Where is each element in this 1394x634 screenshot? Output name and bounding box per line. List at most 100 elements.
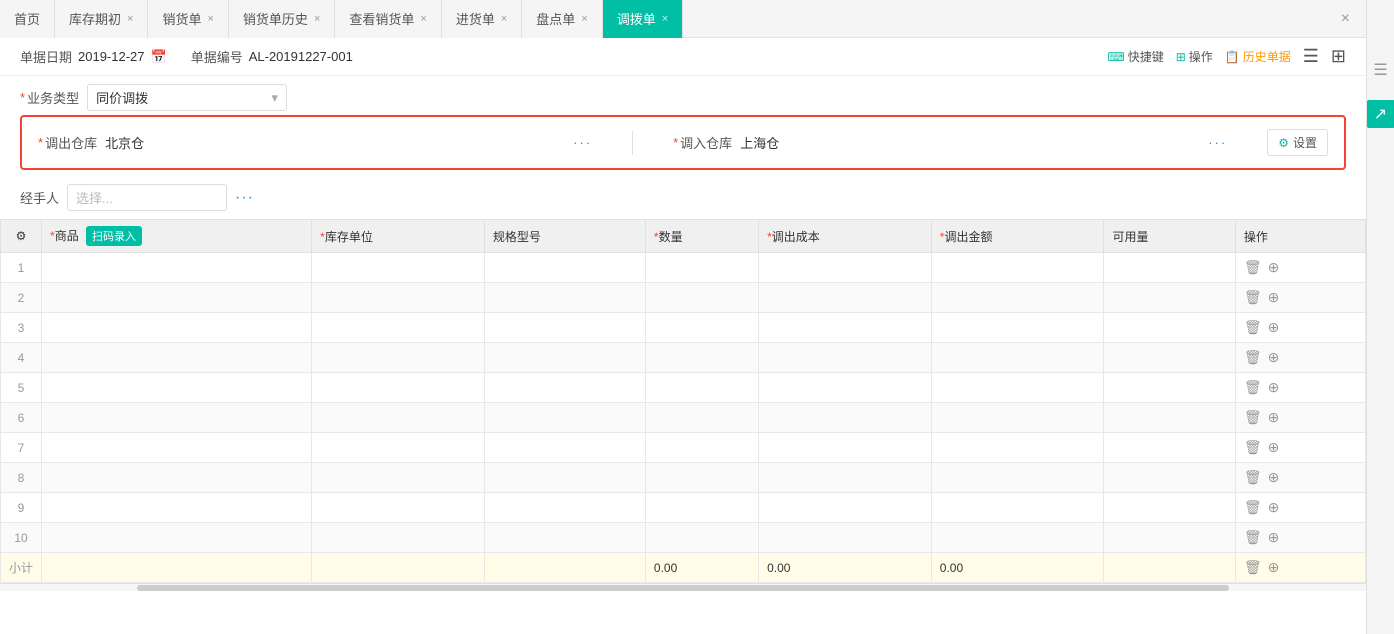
cell-amount-5[interactable] [931,373,1104,403]
close-purchase-order[interactable]: × [501,13,507,25]
tab-view-sales[interactable]: 查看销货单 × [335,0,441,38]
cell-unit-11[interactable] [312,553,485,583]
cell-spec-1[interactable] [484,253,645,283]
cell-quantity-7[interactable] [645,433,758,463]
copy-row-11[interactable]: ⊕ [1268,559,1280,576]
delete-row-10[interactable]: 🗑 [1244,529,1262,546]
cell-spec-2[interactable] [484,283,645,313]
cell-product-9[interactable] [42,493,312,523]
copy-row-9[interactable]: ⊕ [1268,499,1280,516]
business-type-select[interactable]: 同价调拨 ▾ [87,84,287,111]
close-view-sales[interactable]: × [420,13,426,25]
delete-row-3[interactable]: 🗑 [1244,319,1262,336]
tab-purchase-order[interactable]: 进货单 × [442,0,522,38]
cell-quantity-8[interactable] [645,463,758,493]
cell-available-6[interactable] [1104,403,1235,433]
close-inventory-count[interactable]: × [581,13,587,25]
cell-available-5[interactable] [1104,373,1235,403]
calendar-icon[interactable]: 📅 [151,49,167,65]
tab-sales-order[interactable]: 销货单 × [148,0,228,38]
copy-row-10[interactable]: ⊕ [1268,529,1280,546]
copy-row-1[interactable]: ⊕ [1268,259,1280,276]
delete-row-9[interactable]: 🗑 [1244,499,1262,516]
delete-row-11[interactable]: 🗑 [1244,559,1262,576]
col-gear[interactable]: ⚙ [1,220,42,253]
cell-product-2[interactable] [42,283,312,313]
out-warehouse-more[interactable]: ··· [573,135,592,150]
cell-product-1[interactable] [42,253,312,283]
cell-product-10[interactable] [42,523,312,553]
cell-amount-7[interactable] [931,433,1104,463]
cell-available-1[interactable] [1104,253,1235,283]
cell-product-4[interactable] [42,343,312,373]
cell-quantity-5[interactable] [645,373,758,403]
view-toggle-list[interactable]: ☰ [1303,46,1319,67]
close-inventory-init[interactable]: × [127,13,133,25]
cell-unit-1[interactable] [312,253,485,283]
cell-unit-6[interactable] [312,403,485,433]
cell-cost-2[interactable] [759,283,932,313]
cell-amount-9[interactable] [931,493,1104,523]
cell-amount-3[interactable] [931,313,1104,343]
in-warehouse-value[interactable]: 上海仓 [740,133,1200,152]
cell-product-6[interactable] [42,403,312,433]
cell-cost-1[interactable] [759,253,932,283]
date-value[interactable]: 2019-12-27 [78,49,145,64]
cell-amount-8[interactable] [931,463,1104,493]
cell-unit-8[interactable] [312,463,485,493]
cell-unit-3[interactable] [312,313,485,343]
sidebar-export-icon[interactable]: ↗ [1367,100,1394,128]
cell-cost-6[interactable] [759,403,932,433]
copy-row-7[interactable]: ⊕ [1268,439,1280,456]
cell-available-3[interactable] [1104,313,1235,343]
copy-row-2[interactable]: ⊕ [1268,289,1280,306]
cell-cost-8[interactable] [759,463,932,493]
delete-row-8[interactable]: 🗑 [1244,469,1262,486]
copy-row-4[interactable]: ⊕ [1268,349,1280,366]
cell-spec-9[interactable] [484,493,645,523]
horizontal-scrollbar[interactable] [0,583,1366,591]
close-transfer-order[interactable]: × [662,13,668,25]
cell-cost-4[interactable] [759,343,932,373]
cell-available-7[interactable] [1104,433,1235,463]
cell-cost-11[interactable]: 0.00 [759,553,932,583]
delete-row-1[interactable]: 🗑 [1244,259,1262,276]
cell-amount-6[interactable] [931,403,1104,433]
cell-spec-11[interactable] [484,553,645,583]
cell-unit-9[interactable] [312,493,485,523]
cell-amount-4[interactable] [931,343,1104,373]
cell-quantity-10[interactable] [645,523,758,553]
cell-amount-2[interactable] [931,283,1104,313]
tab-home[interactable]: 首页 [0,0,55,38]
cell-amount-11[interactable]: 0.00 [931,553,1104,583]
cell-quantity-11[interactable]: 0.00 [645,553,758,583]
tab-transfer-order[interactable]: 调拨单 × [603,0,683,38]
cell-spec-8[interactable] [484,463,645,493]
view-toggle-grid[interactable]: ⊞ [1331,46,1346,67]
window-close-button[interactable]: × [1325,10,1366,28]
operation-button[interactable]: ⊞ 操作 [1176,48,1213,65]
cell-cost-5[interactable] [759,373,932,403]
delete-row-4[interactable]: 🗑 [1244,349,1262,366]
cell-quantity-6[interactable] [645,403,758,433]
cell-cost-10[interactable] [759,523,932,553]
scroll-thumb[interactable] [137,585,1230,591]
sidebar-list-icon[interactable]: ☰ [1373,60,1387,80]
cell-spec-6[interactable] [484,403,645,433]
cell-quantity-4[interactable] [645,343,758,373]
delete-row-2[interactable]: 🗑 [1244,289,1262,306]
gear-icon[interactable]: ⚙ [16,229,27,243]
cell-available-9[interactable] [1104,493,1235,523]
cell-spec-7[interactable] [484,433,645,463]
copy-row-8[interactable]: ⊕ [1268,469,1280,486]
tab-inventory-init[interactable]: 库存期初 × [55,0,148,38]
copy-row-5[interactable]: ⊕ [1268,379,1280,396]
settings-button[interactable]: ⚙ 设置 [1267,129,1328,156]
delete-row-6[interactable]: 🗑 [1244,409,1262,426]
cell-unit-5[interactable] [312,373,485,403]
cell-cost-7[interactable] [759,433,932,463]
cell-available-4[interactable] [1104,343,1235,373]
cell-quantity-1[interactable] [645,253,758,283]
cell-available-11[interactable] [1104,553,1235,583]
in-warehouse-more[interactable]: ··· [1208,135,1227,150]
